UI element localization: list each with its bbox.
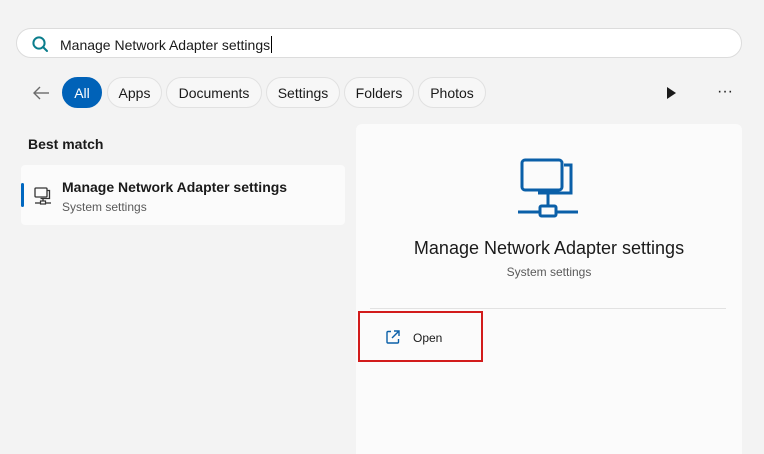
filter-all[interactable]: All	[62, 77, 102, 108]
filter-documents[interactable]: Documents	[166, 77, 262, 108]
filter-folders[interactable]: Folders	[344, 77, 414, 108]
best-match-title: Manage Network Adapter settings	[62, 179, 288, 195]
open-label: Open	[413, 331, 443, 345]
detail-subtitle: System settings	[506, 265, 592, 279]
best-match-subtitle: System settings	[62, 200, 147, 214]
open-button[interactable]: Open	[358, 311, 483, 362]
filter-folders-label: Folders	[355, 84, 403, 101]
more-options-button[interactable]: ···	[715, 84, 735, 100]
filter-photos[interactable]: Photos	[418, 77, 486, 108]
search-input[interactable]: Manage Network Adapter settings	[60, 36, 273, 53]
filter-photos-label: Photos	[430, 84, 474, 101]
open-external-icon	[386, 330, 400, 344]
filter-documents-label: Documents	[178, 84, 250, 101]
filter-apps-label: Apps	[118, 84, 151, 101]
detail-panel: Manage Network Adapter settings System s…	[356, 124, 742, 454]
detail-title: Manage Network Adapter settings	[413, 238, 685, 258]
divider	[370, 308, 726, 309]
text-caret	[271, 36, 273, 53]
filter-settings[interactable]: Settings	[266, 77, 340, 108]
filter-all-label: All	[74, 84, 90, 101]
back-arrow-icon[interactable]	[30, 82, 52, 104]
search-icon	[32, 36, 48, 52]
search-input-value: Manage Network Adapter settings	[60, 37, 271, 53]
filter-apps[interactable]: Apps	[107, 77, 162, 108]
search-box[interactable]: Manage Network Adapter settings	[16, 28, 742, 58]
filter-settings-label: Settings	[277, 84, 329, 101]
network-adapter-icon	[34, 187, 51, 205]
best-match-result[interactable]: Manage Network Adapter settings System s…	[21, 165, 345, 225]
selection-indicator	[21, 183, 24, 207]
network-adapter-icon	[518, 158, 578, 218]
best-match-heading: Best match	[28, 136, 104, 152]
play-icon[interactable]	[664, 86, 678, 100]
